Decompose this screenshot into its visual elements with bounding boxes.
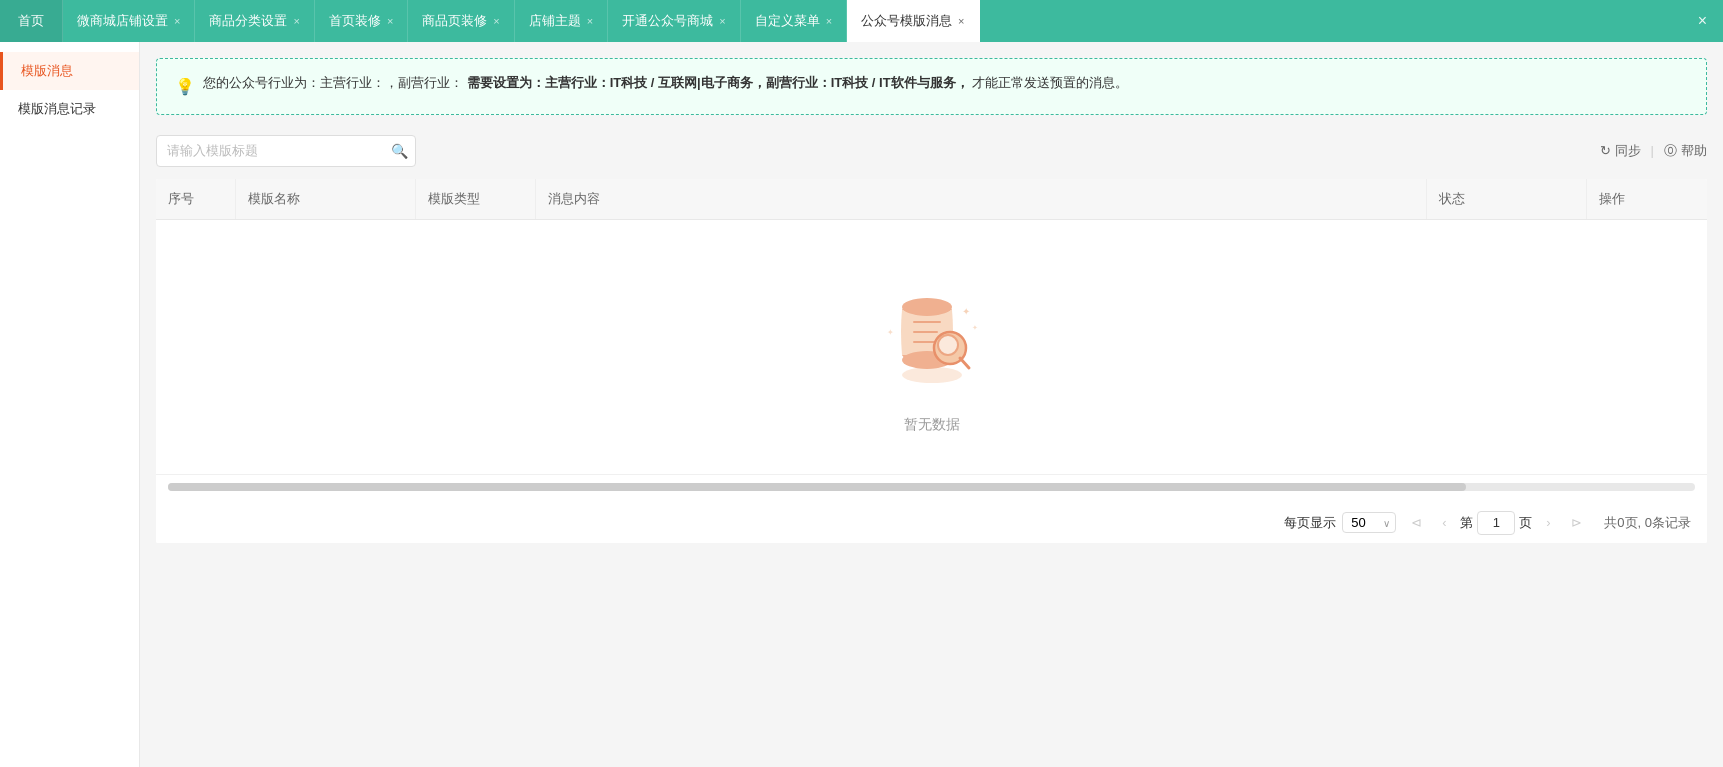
tab-template-msg-label: 公众号模版消息 bbox=[861, 12, 952, 30]
col-type: 模版类型 bbox=[416, 179, 536, 219]
notice-suffix: 才能正常发送预置的消息。 bbox=[972, 75, 1128, 90]
page-layout: 模版消息 模版消息记录 💡 您的公众号行业为：主营行业：，副营行业： 需要设置为… bbox=[0, 42, 1723, 767]
svg-point-7 bbox=[938, 335, 958, 355]
page-label-post: 页 bbox=[1519, 514, 1532, 532]
per-page-wrap: 50 20 100 bbox=[1342, 512, 1396, 533]
help-icon: ⓪ bbox=[1664, 142, 1677, 160]
page-last-button[interactable]: ⊳ bbox=[1564, 511, 1588, 535]
notice-box: 💡 您的公众号行业为：主营行业：，副营行业： 需要设置为：主营行业：IT科技 /… bbox=[156, 58, 1707, 115]
tab-template-msg-close[interactable]: × bbox=[958, 15, 964, 27]
tab-homepage-close[interactable]: × bbox=[387, 15, 393, 27]
search-input[interactable] bbox=[156, 135, 416, 167]
empty-state: ✦ ✦ ✦ 暂无数据 bbox=[156, 220, 1707, 474]
page-label-pre: 第 bbox=[1460, 514, 1473, 532]
tab-menu-close[interactable]: × bbox=[826, 15, 832, 27]
tab-menu-label: 自定义菜单 bbox=[755, 12, 820, 30]
sync-button[interactable]: ↻ 同步 bbox=[1600, 142, 1641, 160]
svg-point-0 bbox=[902, 367, 962, 383]
search-input-wrap: 🔍 bbox=[156, 135, 416, 167]
svg-text:✦: ✦ bbox=[962, 306, 970, 317]
table-header: 序号 模版名称 模版类型 消息内容 状态 操作 bbox=[156, 179, 1707, 220]
tab-weshop-label: 微商城店铺设置 bbox=[77, 12, 168, 30]
divider: | bbox=[1651, 143, 1654, 158]
empty-illustration: ✦ ✦ ✦ bbox=[872, 280, 992, 400]
scrollbar-track[interactable] bbox=[168, 483, 1695, 491]
notice-prefix: 您的公众号行业为：主营行业：，副营行业： bbox=[203, 75, 463, 90]
col-status: 状态 bbox=[1427, 179, 1587, 219]
close-all-button[interactable]: × bbox=[1682, 12, 1723, 30]
tab-home-label: 首页 bbox=[18, 12, 44, 30]
col-index: 序号 bbox=[156, 179, 236, 219]
tab-home[interactable]: 首页 bbox=[0, 0, 63, 42]
sync-label: 同步 bbox=[1615, 142, 1641, 160]
svg-line-8 bbox=[960, 358, 969, 368]
tab-theme-label: 店铺主题 bbox=[529, 12, 581, 30]
tab-theme-close[interactable]: × bbox=[587, 15, 593, 27]
notice-text: 您的公众号行业为：主营行业：，副营行业： 需要设置为：主营行业：IT科技 / 互… bbox=[203, 73, 1128, 94]
col-name: 模版名称 bbox=[236, 179, 416, 219]
tab-category[interactable]: 商品分类设置 × bbox=[195, 0, 314, 42]
pagination: 每页显示 50 20 100 ⊲ ‹ 第 页 › bbox=[156, 499, 1707, 543]
scrollbar-area bbox=[156, 474, 1707, 499]
top-navigation: 首页 微商城店铺设置 × 商品分类设置 × 首页装修 × 商品页装修 × 店铺主… bbox=[0, 0, 1723, 42]
tab-product-page-close[interactable]: × bbox=[493, 15, 499, 27]
tab-homepage-label: 首页装修 bbox=[329, 12, 381, 30]
toolbar-right: ↻ 同步 | ⓪ 帮助 bbox=[1600, 142, 1707, 160]
per-page-select: 每页显示 50 20 100 bbox=[1284, 512, 1396, 533]
sidebar-item-template-msg-record[interactable]: 模版消息记录 bbox=[0, 90, 139, 128]
tab-theme[interactable]: 店铺主题 × bbox=[515, 0, 608, 42]
tab-homepage[interactable]: 首页装修 × bbox=[315, 0, 408, 42]
col-content: 消息内容 bbox=[536, 179, 1427, 219]
page-next-button[interactable]: › bbox=[1536, 511, 1560, 535]
notice-highlight: 需要设置为：主营行业：IT科技 / 互联网|电子商务，副营行业：IT科技 / I… bbox=[467, 75, 969, 90]
sync-icon: ↻ bbox=[1600, 143, 1611, 158]
col-action: 操作 bbox=[1587, 179, 1707, 219]
tab-weshop-close[interactable]: × bbox=[174, 15, 180, 27]
svg-point-1 bbox=[902, 298, 952, 316]
total-info: 共0页, 0条记录 bbox=[1604, 514, 1691, 532]
notice-icon: 💡 bbox=[175, 74, 195, 100]
page-input[interactable] bbox=[1477, 511, 1515, 535]
data-table: 序号 模版名称 模版类型 消息内容 状态 操作 bbox=[156, 179, 1707, 543]
help-button[interactable]: ⓪ 帮助 bbox=[1664, 142, 1707, 160]
sidebar: 模版消息 模版消息记录 bbox=[0, 42, 140, 767]
search-bar: 🔍 ↻ 同步 | ⓪ 帮助 bbox=[156, 135, 1707, 167]
help-label: 帮助 bbox=[1681, 142, 1707, 160]
tab-menu[interactable]: 自定义菜单 × bbox=[741, 0, 847, 42]
search-icon[interactable]: 🔍 bbox=[391, 143, 408, 159]
svg-text:✦: ✦ bbox=[972, 324, 978, 331]
tab-weshop[interactable]: 微商城店铺设置 × bbox=[63, 0, 195, 42]
empty-text: 暂无数据 bbox=[904, 416, 960, 434]
page-first-button[interactable]: ⊲ bbox=[1404, 511, 1428, 535]
svg-text:✦: ✦ bbox=[887, 328, 894, 337]
main-content: 💡 您的公众号行业为：主营行业：，副营行业： 需要设置为：主营行业：IT科技 /… bbox=[140, 42, 1723, 767]
scrollbar-thumb[interactable] bbox=[168, 483, 1466, 491]
tab-category-close[interactable]: × bbox=[293, 15, 299, 27]
per-page-label: 每页显示 bbox=[1284, 514, 1336, 532]
page-prev-button[interactable]: ‹ bbox=[1432, 511, 1456, 535]
tab-product-page[interactable]: 商品页装修 × bbox=[408, 0, 514, 42]
tab-product-page-label: 商品页装修 bbox=[422, 12, 487, 30]
sidebar-item-template-msg[interactable]: 模版消息 bbox=[0, 52, 139, 90]
per-page-dropdown[interactable]: 50 20 100 bbox=[1342, 512, 1396, 533]
page-navigation: ⊲ ‹ 第 页 › ⊳ bbox=[1404, 511, 1588, 535]
tab-mall-close[interactable]: × bbox=[719, 15, 725, 27]
tab-mall[interactable]: 开通公众号商城 × bbox=[608, 0, 740, 42]
tab-mall-label: 开通公众号商城 bbox=[622, 12, 713, 30]
tab-template-msg[interactable]: 公众号模版消息 × bbox=[847, 0, 979, 42]
tab-category-label: 商品分类设置 bbox=[209, 12, 287, 30]
